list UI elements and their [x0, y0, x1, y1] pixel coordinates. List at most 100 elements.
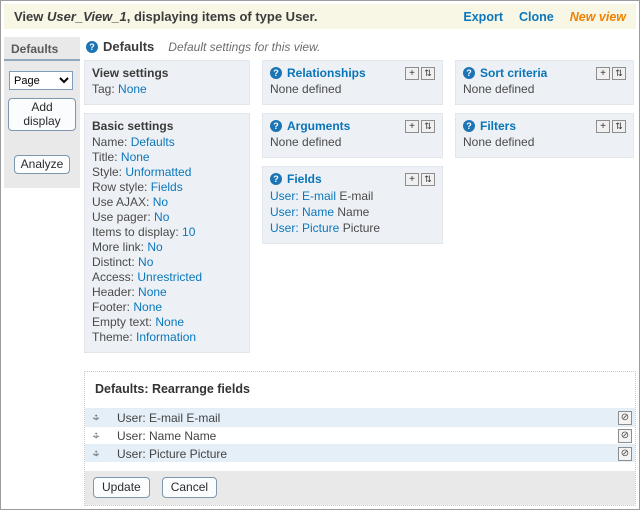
- view-header-bar: View User_View_1, displaying items of ty…: [4, 4, 636, 29]
- rearrange-arguments-icon[interactable]: ⇅: [421, 119, 435, 133]
- relationships-empty-text: None defined: [270, 82, 342, 96]
- sort-criteria-title-link[interactable]: Sort criteria: [480, 66, 547, 80]
- setting-row-style: Style: Unformatted: [92, 165, 192, 179]
- fields-box: ? Fields + ⇅ User: E-mail E-mail User: N…: [262, 166, 443, 244]
- tab-defaults[interactable]: Defaults: [4, 37, 80, 61]
- setting-row-title: Title: None: [92, 150, 150, 164]
- cancel-button[interactable]: Cancel: [161, 477, 218, 498]
- view-settings-title: View settings: [92, 66, 169, 80]
- setting-row-more-link: More link: No: [92, 240, 163, 254]
- rearrange-footer: Update Cancel: [85, 471, 635, 505]
- setting-row-distinct: Distinct: No: [92, 255, 154, 269]
- add-relationship-icon[interactable]: +: [405, 66, 419, 80]
- analyze-button[interactable]: Analyze: [13, 155, 71, 174]
- sort-criteria-box: ? Sort criteria + ⇅ None defined: [455, 60, 634, 105]
- row-style-value-link[interactable]: Fields: [151, 180, 183, 194]
- title-suffix: , displaying items of type User.: [126, 9, 318, 24]
- relationships-title-link[interactable]: Relationships: [287, 66, 366, 80]
- add-argument-icon[interactable]: +: [405, 119, 419, 133]
- export-link[interactable]: Export: [463, 10, 503, 24]
- access-value-link[interactable]: Unrestricted: [137, 270, 202, 284]
- setting-row-theme: Theme: Information: [92, 330, 197, 344]
- new-view-link[interactable]: New view: [570, 10, 626, 24]
- views-ui-page: View User_View_1, displaying items of ty…: [0, 0, 640, 510]
- name-value-link[interactable]: Defaults: [131, 135, 175, 149]
- field-item: User: Name Name: [270, 205, 370, 219]
- arguments-title-link[interactable]: Arguments: [287, 119, 350, 133]
- rearrange-row-label: User: Name Name: [117, 428, 217, 443]
- remove-field-icon[interactable]: ⊘: [618, 446, 632, 461]
- style-value-link[interactable]: Unformatted: [125, 165, 191, 179]
- basic-settings-box: Basic settings Name: Defaults Title: Non…: [84, 113, 250, 353]
- help-icon[interactable]: ?: [270, 67, 282, 79]
- remove-field-icon[interactable]: ⊘: [618, 428, 632, 443]
- arguments-box: ? Arguments + ⇅ None defined: [262, 113, 443, 158]
- header-links: Export Clone New view: [463, 10, 626, 24]
- filters-box: ? Filters + ⇅ None defined: [455, 113, 634, 158]
- update-button[interactable]: Update: [93, 477, 150, 498]
- setting-row-use-ajax: Use AJAX: No: [92, 195, 169, 209]
- rearrange-fields-icon[interactable]: ⇅: [421, 172, 435, 186]
- add-field-icon[interactable]: +: [405, 172, 419, 186]
- rearrange-row: ↔ ↕ User: Picture Picture ⊘: [85, 444, 635, 462]
- drag-handle-icon[interactable]: ↔ ↕: [89, 429, 103, 443]
- rearrange-panel-title: Defaults: Rearrange fields: [95, 382, 250, 396]
- title-value-link[interactable]: None: [121, 150, 150, 164]
- distinct-value-link[interactable]: No: [138, 255, 153, 269]
- setting-row-empty-text: Empty text: None: [92, 315, 185, 329]
- field-item: User: Picture Picture: [270, 221, 381, 235]
- setting-row-header: Header: None: [92, 285, 167, 299]
- drag-handle-icon[interactable]: ↔ ↕: [89, 447, 103, 461]
- page-title: View User_View_1, displaying items of ty…: [14, 9, 318, 24]
- arguments-empty-text: None defined: [270, 135, 342, 149]
- rearrange-row-label: User: E-mail E-mail: [117, 410, 221, 425]
- basic-settings-title: Basic settings: [92, 119, 174, 133]
- rearrange-relationships-icon[interactable]: ⇅: [421, 66, 435, 80]
- fields-title-link[interactable]: Fields: [287, 172, 322, 186]
- section-title: Defaults: [103, 39, 155, 54]
- remove-field-icon[interactable]: ⊘: [618, 410, 632, 425]
- footer-value-link[interactable]: None: [133, 300, 162, 314]
- view-name: User_View_1: [47, 9, 127, 24]
- setting-row-use-pager: Use pager: No: [92, 210, 170, 224]
- drag-handle-icon[interactable]: ↔ ↕: [89, 411, 103, 425]
- rearrange-row: ↔ ↕ User: Name Name ⊘: [85, 426, 635, 444]
- empty-text-value-link[interactable]: None: [155, 315, 184, 329]
- items-to-display-value-link[interactable]: 10: [182, 225, 195, 239]
- field-name-link[interactable]: User: Name: [270, 205, 334, 219]
- more-link-value-link[interactable]: No: [147, 240, 162, 254]
- add-sort-icon[interactable]: +: [596, 66, 610, 80]
- view-settings-box: View settings Tag: None: [84, 60, 250, 105]
- setting-row-items-to-display: Items to display: 10: [92, 225, 196, 239]
- setting-row-row-style: Row style: Fields: [92, 180, 183, 194]
- relationships-box: ? Relationships + ⇅ None defined: [262, 60, 443, 105]
- display-type-select[interactable]: Page: [9, 71, 73, 90]
- help-icon[interactable]: ?: [86, 40, 98, 53]
- section-header: ? Defaults Default settings for this vie…: [84, 37, 636, 60]
- field-picture-link[interactable]: User: Picture: [270, 221, 339, 235]
- section-subtitle: Default settings for this view.: [168, 39, 321, 54]
- theme-value-link[interactable]: Information: [136, 330, 196, 344]
- setting-row-footer: Footer: None: [92, 300, 163, 314]
- field-email-link[interactable]: User: E-mail: [270, 189, 336, 203]
- add-filter-icon[interactable]: +: [596, 119, 610, 133]
- title-prefix: View: [14, 9, 48, 24]
- filters-title-link[interactable]: Filters: [480, 119, 516, 133]
- rearrange-fields-panel: Defaults: Rearrange fields ↔ ↕ User: E-ma…: [84, 371, 636, 506]
- help-icon[interactable]: ?: [270, 173, 282, 185]
- rearrange-row-label: User: Picture Picture: [117, 446, 228, 461]
- rearrange-sorts-icon[interactable]: ⇅: [612, 66, 626, 80]
- help-icon[interactable]: ?: [270, 120, 282, 132]
- add-display-button[interactable]: Add display: [8, 98, 76, 131]
- clone-link[interactable]: Clone: [519, 10, 554, 24]
- sort-criteria-empty-text: None defined: [463, 82, 535, 96]
- rearrange-filters-icon[interactable]: ⇅: [612, 119, 626, 133]
- display-sidebar: Defaults Page Add display Analyze: [4, 37, 80, 188]
- help-icon[interactable]: ?: [463, 120, 475, 132]
- header-value-link[interactable]: None: [138, 285, 167, 299]
- tag-value-link[interactable]: None: [118, 82, 147, 96]
- field-item: User: E-mail E-mail: [270, 189, 374, 203]
- help-icon[interactable]: ?: [463, 67, 475, 79]
- use-pager-value-link[interactable]: No: [154, 210, 169, 224]
- use-ajax-value-link[interactable]: No: [153, 195, 168, 209]
